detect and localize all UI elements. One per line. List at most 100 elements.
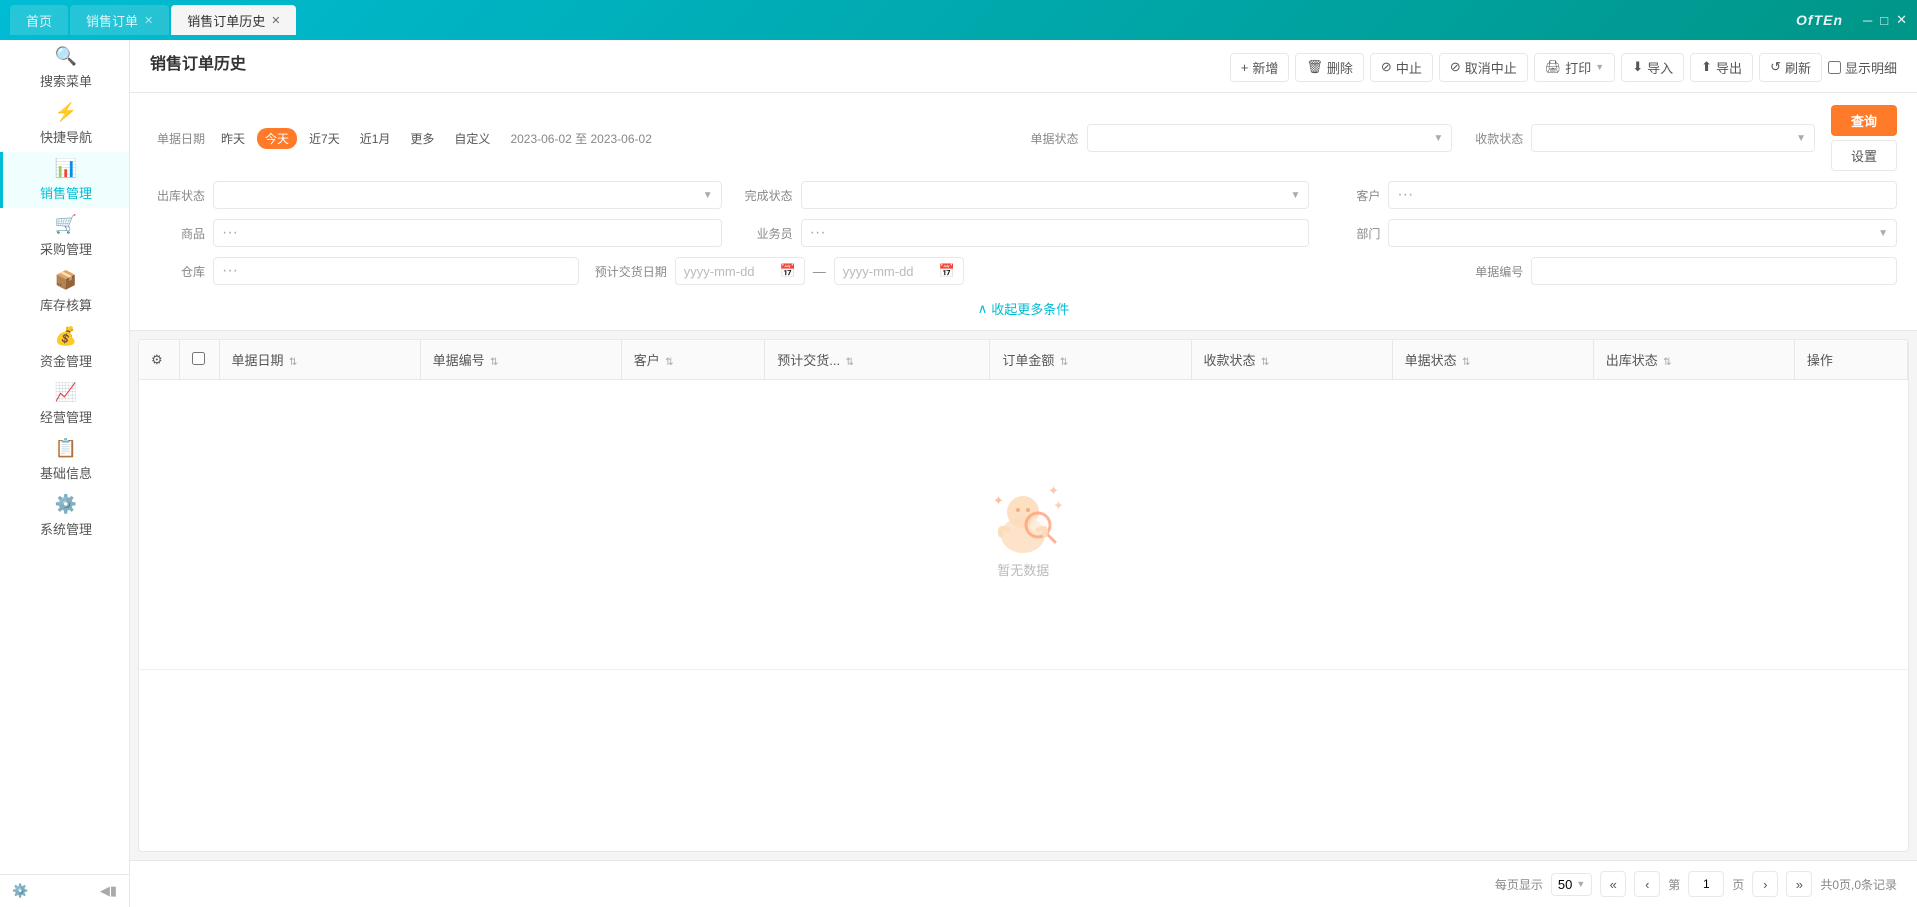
product-input[interactable]: ··· — [213, 219, 722, 247]
customer-input[interactable]: ··· — [1388, 181, 1897, 209]
next-page-button[interactable]: › — [1752, 871, 1778, 897]
sidebar-item-search-menu[interactable]: 🔍 搜索菜单 — [0, 40, 129, 96]
col-payment-status[interactable]: 收款状态 ⇅ — [1191, 340, 1392, 380]
doc-number-input[interactable] — [1531, 257, 1897, 285]
page-size-select[interactable]: 50 ▼ — [1551, 873, 1592, 896]
select-all-checkbox[interactable] — [192, 352, 205, 365]
often-text: OfTEn — [1796, 12, 1843, 28]
doc-status-select[interactable]: ▼ — [1087, 124, 1453, 152]
date-filter-label: 单据日期 — [150, 130, 205, 147]
salesperson-input[interactable]: ··· — [801, 219, 1310, 247]
minimize-btn[interactable]: ─ — [1863, 13, 1872, 28]
delivery-date-from[interactable]: yyyy-mm-dd 📅 — [675, 257, 805, 285]
col-outbound-status[interactable]: 出库状态 ⇅ — [1593, 340, 1794, 380]
shortcut-custom[interactable]: 自定义 — [446, 128, 498, 149]
col-customer[interactable]: 客户 ⇅ — [621, 340, 765, 380]
payment-status-select[interactable]: ▼ — [1531, 124, 1815, 152]
filter-doc-status-item: 单据状态 ▼ — [1024, 124, 1453, 152]
print-icon: 🖨 — [1545, 59, 1562, 75]
delete-label: 删除 — [1327, 58, 1353, 77]
cancel-stop-label: 取消中止 — [1465, 58, 1517, 77]
sidebar-bottom-settings-icon[interactable]: ⚙️ — [12, 883, 28, 899]
table-body: ✦ ✦ ✦ 暂无数据 — [139, 380, 1908, 670]
tab-sales-order-history[interactable]: 销售订单历史 ✕ — [171, 5, 296, 35]
col-expected-delivery[interactable]: 预计交货... ⇅ — [765, 340, 990, 380]
col-settings[interactable]: ⚙ — [139, 340, 179, 380]
print-button[interactable]: 🖨 打印 ▼ — [1534, 53, 1615, 82]
shortcut-today[interactable]: 今天 — [257, 128, 297, 149]
empty-state: ✦ ✦ ✦ 暂无数据 — [151, 390, 1896, 659]
tab-sales-order-history-close[interactable]: ✕ — [271, 14, 280, 27]
doc-status-arrow-icon: ▼ — [1433, 133, 1443, 144]
cancel-stop-button[interactable]: ⊘ 取消中止 — [1439, 53, 1528, 82]
delete-button[interactable]: 🗑 删除 — [1295, 53, 1364, 82]
col-doc-number[interactable]: 单据编号 ⇅ — [420, 340, 621, 380]
import-button[interactable]: ⬇ 导入 — [1621, 53, 1684, 82]
department-label: 部门 — [1325, 225, 1380, 242]
svg-text:✦: ✦ — [1053, 498, 1064, 513]
sort-icon-outbound-status: ⇅ — [1663, 357, 1671, 368]
col-doc-status-label: 单据状态 — [1405, 353, 1457, 368]
filter-product-item: 商品 ··· — [150, 219, 722, 247]
table-settings-icon[interactable]: ⚙ — [151, 352, 163, 367]
customer-label: 客户 — [1325, 187, 1380, 204]
filter-delivery-date-item: 预计交货日期 yyyy-mm-dd 📅 — yyyy-mm-dd 📅 — [595, 257, 1453, 285]
sidebar-item-operations-mgmt[interactable]: 📈 经营管理 — [0, 376, 129, 432]
settings-button[interactable]: 设置 — [1831, 140, 1897, 171]
col-checkbox[interactable] — [179, 340, 219, 380]
col-order-amount-label: 订单金额 — [1002, 353, 1054, 368]
total-info: 共0页,0条记录 — [1820, 876, 1897, 893]
page-number-input[interactable] — [1688, 871, 1724, 897]
delivery-date-control: yyyy-mm-dd 📅 — yyyy-mm-dd 📅 — [675, 257, 1452, 285]
collapse-button[interactable]: ∧ 收起更多条件 — [978, 299, 1070, 318]
export-button[interactable]: ⬆ 导出 — [1690, 53, 1753, 82]
col-expected-delivery-label: 预计交货... — [777, 353, 840, 368]
shortcut-yesterday[interactable]: 昨天 — [213, 128, 253, 149]
col-doc-status[interactable]: 单据状态 ⇅ — [1392, 340, 1593, 380]
maximize-btn[interactable]: □ — [1880, 13, 1888, 28]
tab-sales-order[interactable]: 销售订单 ✕ — [70, 5, 169, 35]
completion-status-select[interactable]: ▼ — [801, 181, 1310, 209]
first-page-button[interactable]: « — [1600, 871, 1626, 897]
content-area: 销售订单历史 + 新增 🗑 删除 ⊘ 中止 ⊘ — [130, 40, 1917, 907]
col-operations: 操作 — [1794, 340, 1907, 380]
refresh-button[interactable]: ↺ 刷新 — [1759, 53, 1822, 82]
show-detail-checkbox[interactable] — [1828, 61, 1841, 74]
sidebar-item-sales-mgmt[interactable]: 📊 销售管理 — [0, 152, 129, 208]
col-order-amount[interactable]: 订单金额 ⇅ — [990, 340, 1191, 380]
last-page-button[interactable]: » — [1786, 871, 1812, 897]
query-button[interactable]: 查询 — [1831, 105, 1897, 136]
stop-button[interactable]: ⊘ 中止 — [1370, 53, 1433, 82]
sidebar-item-fund-mgmt[interactable]: 💰 资金管理 — [0, 320, 129, 376]
col-doc-date[interactable]: 单据日期 ⇅ — [219, 340, 420, 380]
completion-status-arrow-icon: ▼ — [1290, 190, 1300, 201]
new-button[interactable]: + 新增 — [1230, 53, 1290, 82]
sidebar-item-system-mgmt[interactable]: ⚙️ 系统管理 — [0, 488, 129, 544]
customer-dots: ··· — [1397, 186, 1413, 204]
sidebar-bottom-volume-icon[interactable]: ◀▮ — [100, 883, 117, 899]
tab-sales-order-close[interactable]: ✕ — [144, 14, 153, 27]
outbound-status-select[interactable]: ▼ — [213, 181, 722, 209]
tab-home[interactable]: 首页 — [10, 5, 68, 35]
sidebar-item-basic-info[interactable]: 📋 基础信息 — [0, 432, 129, 488]
delete-icon: 🗑 — [1306, 59, 1323, 75]
shortcut-last7[interactable]: 近7天 — [301, 128, 348, 149]
basic-info-icon: 📋 — [55, 438, 77, 459]
sidebar-item-inventory-calc[interactable]: 📦 库存核算 — [0, 264, 129, 320]
filter-row-2: 出库状态 ▼ 完成状态 ▼ 客户 ··· — [150, 181, 1897, 209]
prev-page-button[interactable]: ‹ — [1634, 871, 1660, 897]
table-head: ⚙ 单据日期 ⇅ 单据编号 ⇅ — [139, 340, 1908, 380]
sidebar-item-quick-nav[interactable]: ⚡ 快捷导航 — [0, 96, 129, 152]
show-detail-label[interactable]: 显示明细 — [1828, 58, 1897, 77]
sidebar-item-purchase-mgmt[interactable]: 🛒 采购管理 — [0, 208, 129, 264]
shortcut-more[interactable]: 更多 — [402, 128, 442, 149]
shortcut-last1m[interactable]: 近1月 — [352, 128, 399, 149]
warehouse-input[interactable]: ··· — [213, 257, 579, 285]
calendar-to-icon: 📅 — [939, 263, 955, 279]
filter-payment-status-item: 收款状态 ▼ 查询 设置 — [1468, 105, 1897, 171]
department-select[interactable]: ▼ — [1388, 219, 1897, 247]
sort-icon-doc-number: ⇅ — [490, 357, 498, 368]
close-btn[interactable]: ✕ — [1896, 12, 1907, 28]
table-header-row: ⚙ 单据日期 ⇅ 单据编号 ⇅ — [139, 340, 1908, 380]
delivery-date-to[interactable]: yyyy-mm-dd 📅 — [834, 257, 964, 285]
